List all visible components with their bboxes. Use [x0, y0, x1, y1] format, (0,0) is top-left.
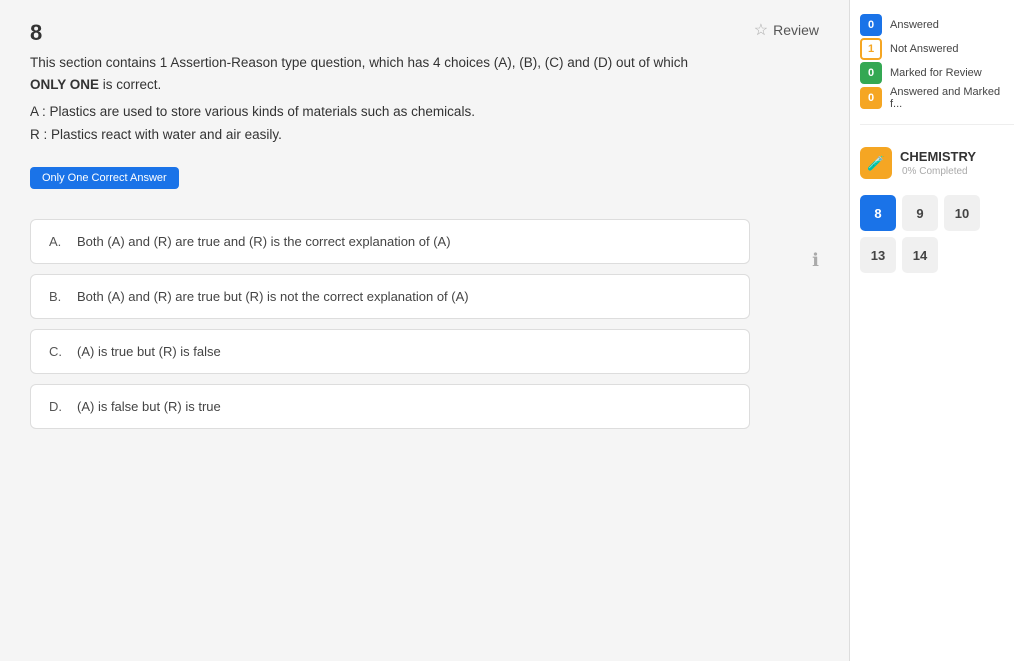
legend-dot: 1	[860, 38, 882, 60]
option-label: A.	[49, 234, 65, 249]
assertion-text: A : Plastics are used to store various k…	[30, 101, 819, 124]
question-number-btn[interactable]: 14	[902, 237, 938, 273]
question-number: 8	[30, 20, 819, 46]
option-item[interactable]: D. (A) is false but (R) is true	[30, 384, 750, 429]
option-item[interactable]: C. (A) is true but (R) is false	[30, 329, 750, 374]
reason-text: R : Plastics react with water and air ea…	[30, 124, 819, 147]
option-text: (A) is false but (R) is true	[77, 399, 221, 414]
answer-type-badge[interactable]: Only One Correct Answer	[30, 167, 179, 189]
review-label: Review	[773, 22, 819, 38]
question-grid: 8910 1314	[860, 195, 1014, 273]
review-button[interactable]: ☆ Review	[754, 20, 819, 40]
main-content: 8 ☆ Review This section contains 1 Asser…	[0, 0, 849, 661]
legend-label: Answered	[890, 19, 939, 31]
legend-row: 0 Answered	[860, 14, 1014, 36]
divider-1	[860, 124, 1014, 125]
legend-dot: 0	[860, 62, 882, 84]
option-item[interactable]: A. Both (A) and (R) are true and (R) is t…	[30, 219, 750, 264]
legend-row: 0 Marked for Review	[860, 62, 1014, 84]
legend-dot: 0	[860, 14, 882, 36]
legend-label: Answered and Marked f...	[890, 86, 1014, 110]
legend-row: 1 Not Answered	[860, 38, 1014, 60]
question-number-btn[interactable]: 13	[860, 237, 896, 273]
legend-label: Not Answered	[890, 43, 958, 55]
legend-section: 0 Answered 1 Not Answered 0 Marked for Review…	[860, 14, 1014, 112]
is-correct-text: is correct.	[99, 77, 161, 92]
question-number-btn[interactable]: 8	[860, 195, 896, 231]
info-icon: ℹ	[812, 250, 819, 271]
legend-row: 0 Answered and Marked f...	[860, 86, 1014, 110]
question-number-btn[interactable]: 10	[944, 195, 980, 231]
star-icon: ☆	[754, 20, 768, 40]
subject-name: CHEMISTRY	[900, 149, 976, 164]
options-list: A. Both (A) and (R) are true and (R) is t…	[30, 219, 819, 429]
option-text: (A) is true but (R) is false	[77, 344, 221, 359]
option-label: D.	[49, 399, 65, 414]
question-number-btn[interactable]: 9	[902, 195, 938, 231]
option-item[interactable]: B. Both (A) and (R) are true but (R) is n…	[30, 274, 750, 319]
legend-label: Marked for Review	[890, 67, 982, 79]
question-description: This section contains 1 Assertion-Reason…	[30, 52, 819, 95]
completed-text: 0% Completed	[902, 166, 976, 177]
sidebar: 0 Answered 1 Not Answered 0 Marked for Review…	[849, 0, 1024, 661]
option-text: Both (A) and (R) are true and (R) is the…	[77, 234, 451, 249]
question-desc-text: This section contains 1 Assertion-Reason…	[30, 55, 688, 70]
option-text: Both (A) and (R) are true but (R) is not…	[77, 289, 469, 304]
subject-icon: 🧪	[860, 147, 892, 179]
option-label: B.	[49, 289, 65, 304]
option-label: C.	[49, 344, 65, 359]
only-one-text: ONLY ONE	[30, 77, 99, 92]
subject-section: 🧪 CHEMISTRY 0% Completed	[860, 147, 1014, 179]
assertion-block: A : Plastics are used to store various k…	[30, 101, 819, 147]
legend-dot: 0	[860, 87, 882, 109]
subject-info: CHEMISTRY 0% Completed	[900, 149, 976, 177]
